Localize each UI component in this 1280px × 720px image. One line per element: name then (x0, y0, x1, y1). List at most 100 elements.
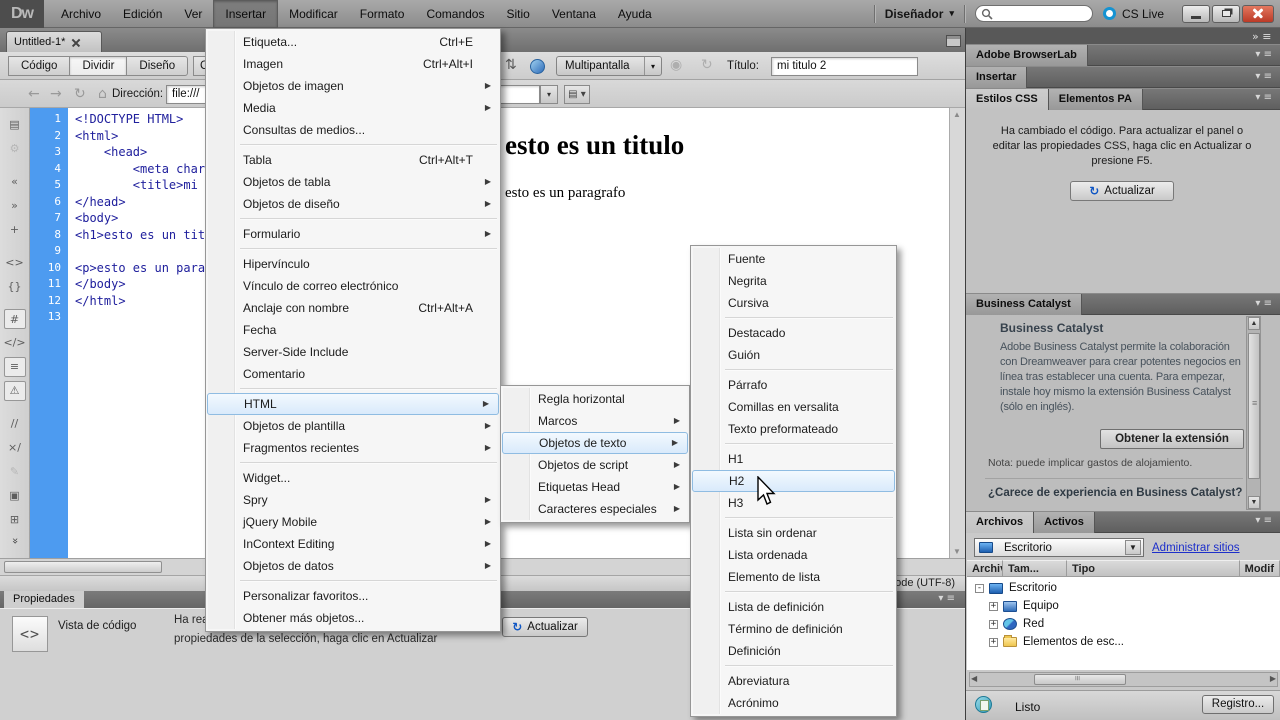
menubar-item[interactable]: Edición (112, 0, 173, 28)
properties-refresh-button[interactable]: Actualizar (502, 617, 588, 637)
menu-item[interactable]: jQuery Mobile (206, 511, 500, 533)
log-button[interactable]: Registro... (1202, 695, 1274, 714)
menu-item[interactable]: Objetos de texto (502, 432, 688, 454)
files-horizontal-scrollbar[interactable]: ◀ ▶ (969, 672, 1278, 687)
menubar-item[interactable]: Ver (173, 0, 213, 28)
column-header[interactable]: Modif (1239, 560, 1280, 577)
coding-toolbar-icon[interactable]: </> (3, 333, 25, 353)
search-input[interactable] (974, 5, 1093, 22)
workspace-switcher[interactable]: Diseñador ▾ (885, 7, 954, 21)
menu-item[interactable]: H3 (691, 492, 896, 514)
design-scrollbar[interactable] (949, 108, 965, 558)
menu-item[interactable]: Media (206, 97, 500, 119)
menu-item[interactable]: Objetos de plantilla (206, 415, 500, 437)
menu-item[interactable]: Destacado (691, 322, 896, 344)
menu-item[interactable]: Lista ordenada (691, 544, 896, 566)
menubar-item[interactable]: Archivo (50, 0, 112, 28)
menubar-item[interactable]: Sitio (495, 0, 540, 28)
panel-tab[interactable]: Elementos PA (1048, 89, 1143, 110)
minimize-button[interactable] (1182, 4, 1210, 23)
coding-toolbar-icon[interactable]: <> (4, 252, 26, 272)
tree-row[interactable]: + Red (967, 615, 1280, 633)
menu-item[interactable]: Hipervínculo (206, 253, 500, 275)
menu-item[interactable]: Personalizar favoritos... (206, 585, 500, 607)
scroll-up-icon[interactable]: ▲ (1248, 317, 1260, 330)
column-header[interactable]: Tam... (1003, 560, 1067, 577)
column-header[interactable]: Archivos locales (967, 560, 1003, 577)
menu-item[interactable]: Comillas en versalita (691, 396, 896, 418)
coding-toolbar-icon[interactable]: ⚙ (4, 139, 26, 159)
menu-item[interactable]: Lista de definición (691, 596, 896, 618)
menu-item[interactable]: Lista sin ordenar (691, 522, 896, 544)
menu-item[interactable]: Elemento de lista (691, 566, 896, 588)
view-mode-button[interactable]: Código (8, 56, 70, 76)
panel-scrollbar[interactable]: ▲ ▼ (1246, 316, 1261, 510)
scrollbar-thumb[interactable] (1248, 333, 1260, 479)
tree-row[interactable]: - Escritorio (967, 579, 1280, 597)
menu-item[interactable]: Abreviatura (691, 670, 896, 692)
document-tab[interactable]: Untitled-1* (6, 31, 102, 52)
business-catalyst-tab[interactable]: Business Catalyst (966, 294, 1082, 315)
scroll-left-icon[interactable]: ◀ (971, 674, 977, 683)
scroll-down-icon[interactable]: ▼ (1248, 496, 1260, 509)
coding-toolbar-icon[interactable]: {} (4, 276, 26, 296)
view-mode-button[interactable]: Dividir (69, 56, 127, 76)
coding-toolbar-icon[interactable]: ≡ (3, 356, 26, 377)
coding-toolbar-icon[interactable]: ⊞ (4, 509, 26, 529)
menu-item[interactable]: Vínculo de correo electrónico (206, 275, 500, 297)
address-dropdown-icon[interactable]: ▾ (540, 85, 558, 104)
view-options-icon[interactable]: ▤ ▾ (564, 85, 590, 104)
panel-menu-icon[interactable] (1255, 298, 1272, 309)
menu-item[interactable]: Objetos de tabla (206, 171, 500, 193)
collapse-panels-icon[interactable]: » ≡ (1252, 30, 1271, 43)
cascade-windows-icon[interactable] (946, 35, 961, 47)
menubar-item[interactable]: Insertar (213, 0, 279, 28)
coding-toolbar-icon[interactable]: ⚠ (3, 380, 26, 401)
chevron-down-icon[interactable]: ▼ (1125, 540, 1141, 555)
menu-item[interactable]: Objetos de script (501, 454, 689, 476)
tree-expander[interactable]: + (989, 601, 998, 611)
coding-toolbar-icon[interactable]: // (4, 414, 26, 434)
coding-toolbar-icon[interactable]: ▣ (4, 485, 26, 505)
coding-toolbar-icon[interactable]: » (5, 530, 25, 552)
menu-item[interactable]: Server-Side Include (206, 341, 500, 363)
multiscreen-button[interactable]: Multipantalla ▾ (556, 56, 662, 76)
css-refresh-button[interactable]: Actualizar (1070, 181, 1174, 201)
menu-item[interactable]: Caracteres especiales (501, 498, 689, 520)
menu-item[interactable]: Objetos de diseño (206, 193, 500, 215)
menu-item[interactable]: Fecha (206, 319, 500, 341)
coding-toolbar-icon[interactable]: # (3, 309, 26, 330)
menu-item[interactable]: Definición (691, 640, 896, 662)
tree-expander[interactable]: - (975, 583, 984, 593)
menu-item[interactable]: Fragmentos recientes (206, 437, 500, 459)
menu-item[interactable]: Objetos de datos (206, 555, 500, 577)
properties-tab[interactable]: Propiedades (4, 591, 84, 608)
coding-toolbar-icon[interactable]: + (4, 220, 26, 240)
menu-item[interactable]: Regla horizontal (501, 388, 689, 410)
menu-item[interactable]: Imagen Ctrl+Alt+I (206, 53, 500, 75)
menu-item[interactable]: Comentario (206, 363, 500, 385)
menubar-item[interactable]: Formato (349, 0, 416, 28)
menu-item[interactable]: Obtener más objetos... (206, 607, 500, 629)
coding-toolbar-icon[interactable]: « (4, 172, 26, 192)
menu-item[interactable]: Consultas de medios... (206, 119, 500, 141)
menubar-item[interactable]: Comandos (415, 0, 495, 28)
menubar-item[interactable]: Modificar (278, 0, 349, 28)
tab-close-icon[interactable] (72, 38, 81, 47)
scrollbar-thumb[interactable] (1034, 674, 1126, 685)
menu-item[interactable]: Objetos de imagen (206, 75, 500, 97)
view-mode-button[interactable]: Diseño (126, 56, 189, 76)
panel-menu-icon[interactable] (1255, 515, 1272, 526)
panel-tab[interactable]: Estilos CSS (966, 89, 1049, 110)
insert-panel-tab[interactable]: Insertar (966, 67, 1028, 88)
panel-tab[interactable]: Archivos (966, 512, 1035, 533)
scrollbar-thumb[interactable] (4, 561, 162, 573)
menu-item[interactable]: Formulario (206, 223, 500, 245)
menu-item[interactable]: Anclaje con nombre Ctrl+Alt+A (206, 297, 500, 319)
menu-item[interactable]: Widget... (206, 467, 500, 489)
menu-item[interactable]: Etiqueta... Ctrl+E (206, 31, 500, 53)
menu-item[interactable]: Acrónimo (691, 692, 896, 714)
menu-item[interactable]: Spry (206, 489, 500, 511)
menu-item[interactable]: Término de definición (691, 618, 896, 640)
menu-item[interactable]: Etiquetas Head (501, 476, 689, 498)
